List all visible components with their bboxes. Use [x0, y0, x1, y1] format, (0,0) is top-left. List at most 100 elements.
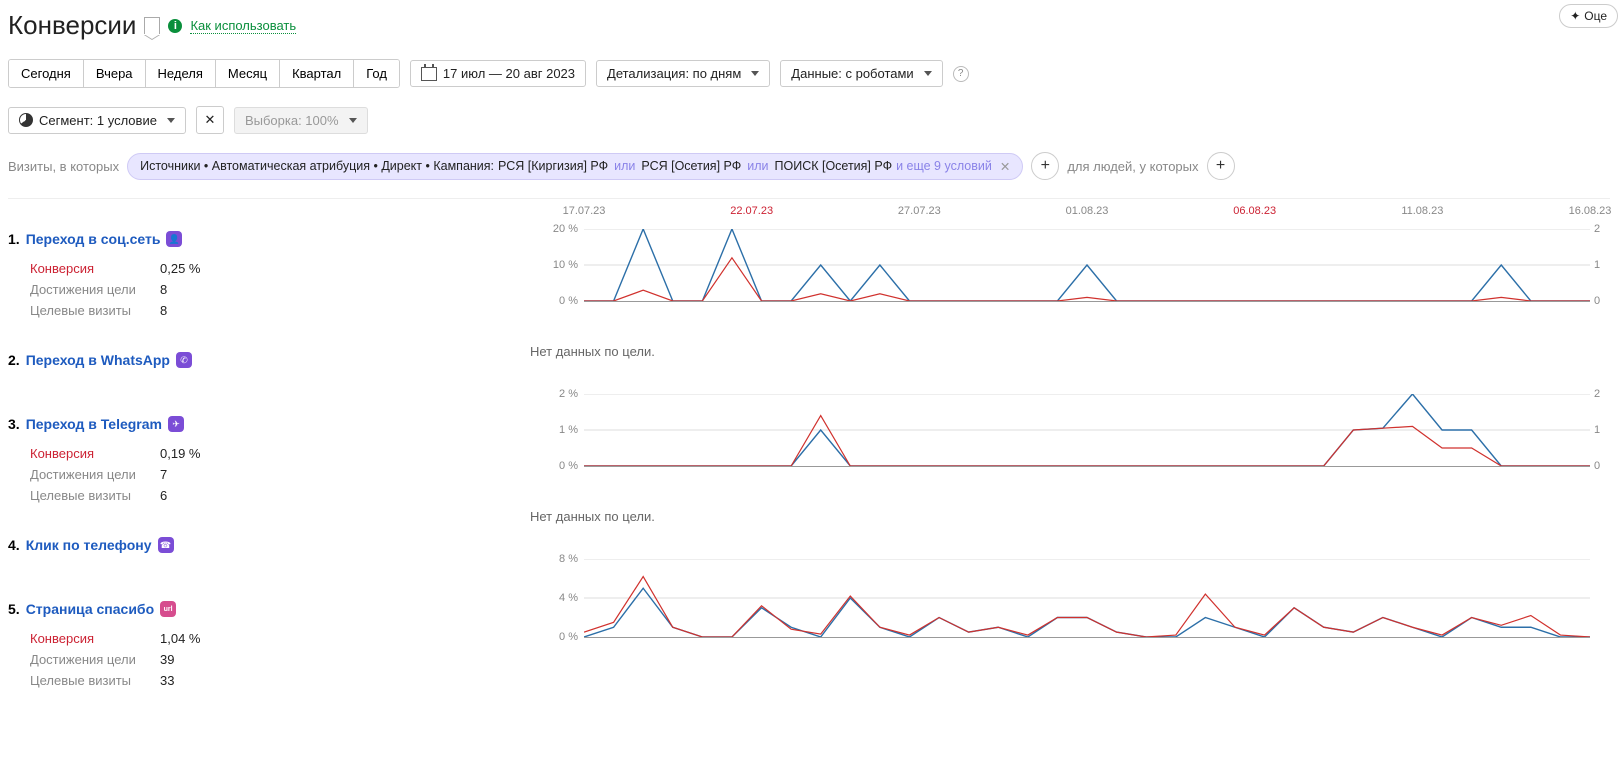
goal-title-link[interactable]: Страница спасибо — [26, 601, 154, 617]
no-data-text: Нет данных по цели. — [528, 340, 1610, 380]
stat-value: 0,19 % — [160, 444, 200, 465]
y-axis-label-left: 20 % — [534, 223, 578, 235]
rate-label: Оце — [1584, 9, 1607, 23]
help-icon[interactable]: ? — [953, 66, 969, 82]
goal-stats: Конверсия1,04 %Достижения цели39Целевые … — [30, 629, 528, 691]
whatsapp-icon: ✆ — [176, 352, 192, 368]
goal-number: 2. — [8, 352, 20, 368]
date-tick: 16.08.23 — [1569, 205, 1612, 217]
sample-label: Выборка: 100% — [245, 113, 339, 128]
chevron-down-icon — [349, 118, 357, 123]
date-range-picker[interactable]: 17 июл — 20 авг 2023 — [410, 60, 586, 87]
goal-title-link[interactable]: Клик по телефону — [26, 537, 152, 553]
date-range-text: 17 июл — 20 авг 2023 — [443, 66, 575, 81]
chart-block: 0 %4 %8 % — [528, 559, 1610, 657]
goal-number: 5. — [8, 601, 20, 617]
chip-prefix: Источники • Автоматическая атрибуция • Д… — [140, 159, 494, 173]
stat-label: Достижения цели — [30, 650, 160, 671]
y-axis-label-right: 0 — [1594, 460, 1608, 472]
chart-block: Нет данных по цели. — [528, 340, 1610, 376]
y-axis-label-left: 8 % — [534, 553, 578, 565]
pie-icon — [19, 113, 33, 127]
goal-block: 2. Переход в WhatsApp ✆ — [8, 352, 528, 388]
y-axis-label-left: 1 % — [534, 424, 578, 436]
date-tick: 01.08.23 — [1066, 205, 1109, 217]
date-tick: 27.07.23 — [898, 205, 941, 217]
filter-chip[interactable]: Источники • Автоматическая атрибуция • Д… — [127, 153, 1023, 180]
chip-or: или — [745, 159, 770, 173]
goal-block: 5.Страница спасибоurlКонверсия1,04 %Дост… — [8, 601, 528, 699]
data-dropdown[interactable]: Данные: с роботами — [780, 60, 942, 87]
date-axis: 17.07.2322.07.2327.07.2301.08.2306.08.23… — [584, 205, 1590, 229]
separator — [8, 198, 1610, 199]
goal-stats: Конверсия0,25 %Достижения цели8Целевые в… — [30, 259, 528, 321]
url-icon: url — [160, 601, 176, 617]
stat-label: Достижения цели — [30, 280, 160, 301]
add-visit-filter-button[interactable]: + — [1031, 152, 1059, 180]
goal-number: 1. — [8, 231, 20, 247]
date-tick: 11.08.23 — [1401, 205, 1443, 217]
goal-number: 4. — [8, 537, 20, 553]
stat-value: 0,25 % — [160, 259, 200, 280]
stat-label: Целевые визиты — [30, 671, 160, 692]
y-axis-label-left: 0 % — [534, 460, 578, 472]
goal-stats: Конверсия0,19 %Достижения цели7Целевые в… — [30, 444, 528, 506]
stat-label: Достижения цели — [30, 465, 160, 486]
stat-value: 1,04 % — [160, 629, 200, 650]
segment-dropdown[interactable]: Сегмент: 1 условие — [8, 107, 186, 134]
chart-block: 0 %10 %20 %012 — [528, 229, 1610, 322]
goal-title-link[interactable]: Переход в WhatsApp — [26, 352, 170, 368]
telegram-icon: ✈ — [168, 416, 184, 432]
data-label: Данные: с роботами — [791, 66, 913, 81]
goal-number: 3. — [8, 416, 20, 432]
period-button-2[interactable]: Неделя — [146, 60, 216, 87]
y-axis-label-left: 4 % — [534, 592, 578, 604]
segment-label: Сегмент: 1 условие — [39, 113, 157, 128]
stat-label: Конверсия — [30, 629, 160, 650]
people-filter-label: для людей, у которых — [1067, 159, 1198, 174]
date-tick: 22.07.23 — [730, 205, 773, 217]
chart-block: 0 %1 %2 %012 — [528, 394, 1610, 487]
chart: 0 %4 %8 % — [584, 559, 1590, 638]
chip-more: и еще 9 условий — [896, 159, 992, 173]
period-button-0[interactable]: Сегодня — [9, 60, 84, 87]
goal-block: 4. Клик по телефону ☎ — [8, 537, 528, 573]
social-icon: 👤 — [166, 231, 182, 247]
period-button-5[interactable]: Год — [354, 60, 399, 87]
chip-part-3: ПОИСК [Осетия] РФ — [775, 159, 893, 173]
chart: 0 %10 %20 %012 — [584, 229, 1590, 302]
stat-value: 6 — [160, 486, 167, 507]
chevron-down-icon — [167, 118, 175, 123]
chip-part-1: РСЯ [Киргизия] РФ — [498, 159, 608, 173]
stat-label: Целевые визиты — [30, 301, 160, 322]
stat-label: Целевые визиты — [30, 486, 160, 507]
bookmark-icon[interactable] — [144, 17, 160, 34]
y-axis-label-left: 0 % — [534, 295, 578, 307]
date-tick: 17.07.23 — [563, 205, 606, 217]
sample-dropdown-disabled: Выборка: 100% — [234, 107, 368, 134]
stat-value: 8 — [160, 280, 167, 301]
goal-title-link[interactable]: Переход в соц.сеть — [26, 231, 161, 247]
clear-segment-button[interactable]: ✕ — [196, 106, 224, 134]
detail-dropdown[interactable]: Детализация: по дням — [596, 60, 770, 87]
y-axis-label-left: 0 % — [534, 631, 578, 643]
y-axis-label-right: 1 — [1594, 424, 1608, 436]
stat-label: Конверсия — [30, 444, 160, 465]
period-button-3[interactable]: Месяц — [216, 60, 280, 87]
sparkle-icon: ✦ — [1570, 9, 1580, 23]
chip-or: или — [612, 159, 637, 173]
period-button-4[interactable]: Квартал — [280, 60, 354, 87]
chip-remove-icon[interactable]: ✕ — [1000, 159, 1010, 174]
goal-title-link[interactable]: Переход в Telegram — [26, 416, 162, 432]
y-axis-label-right: 0 — [1594, 295, 1608, 307]
detail-label: Детализация: по дням — [607, 66, 741, 81]
chevron-down-icon — [751, 71, 759, 76]
period-button-1[interactable]: Вчера — [84, 60, 146, 87]
rate-button[interactable]: ✦ Оце — [1559, 4, 1618, 28]
how-to-use-link[interactable]: Как использовать — [190, 18, 296, 34]
goal-block: 1. Переход в соц.сеть 👤 Конверсия0,25 %Дост… — [8, 231, 528, 324]
add-people-filter-button[interactable]: + — [1207, 152, 1235, 180]
phone-icon: ☎ — [158, 537, 174, 553]
chart: 0 %1 %2 %012 — [584, 394, 1590, 467]
stat-value: 7 — [160, 465, 167, 486]
